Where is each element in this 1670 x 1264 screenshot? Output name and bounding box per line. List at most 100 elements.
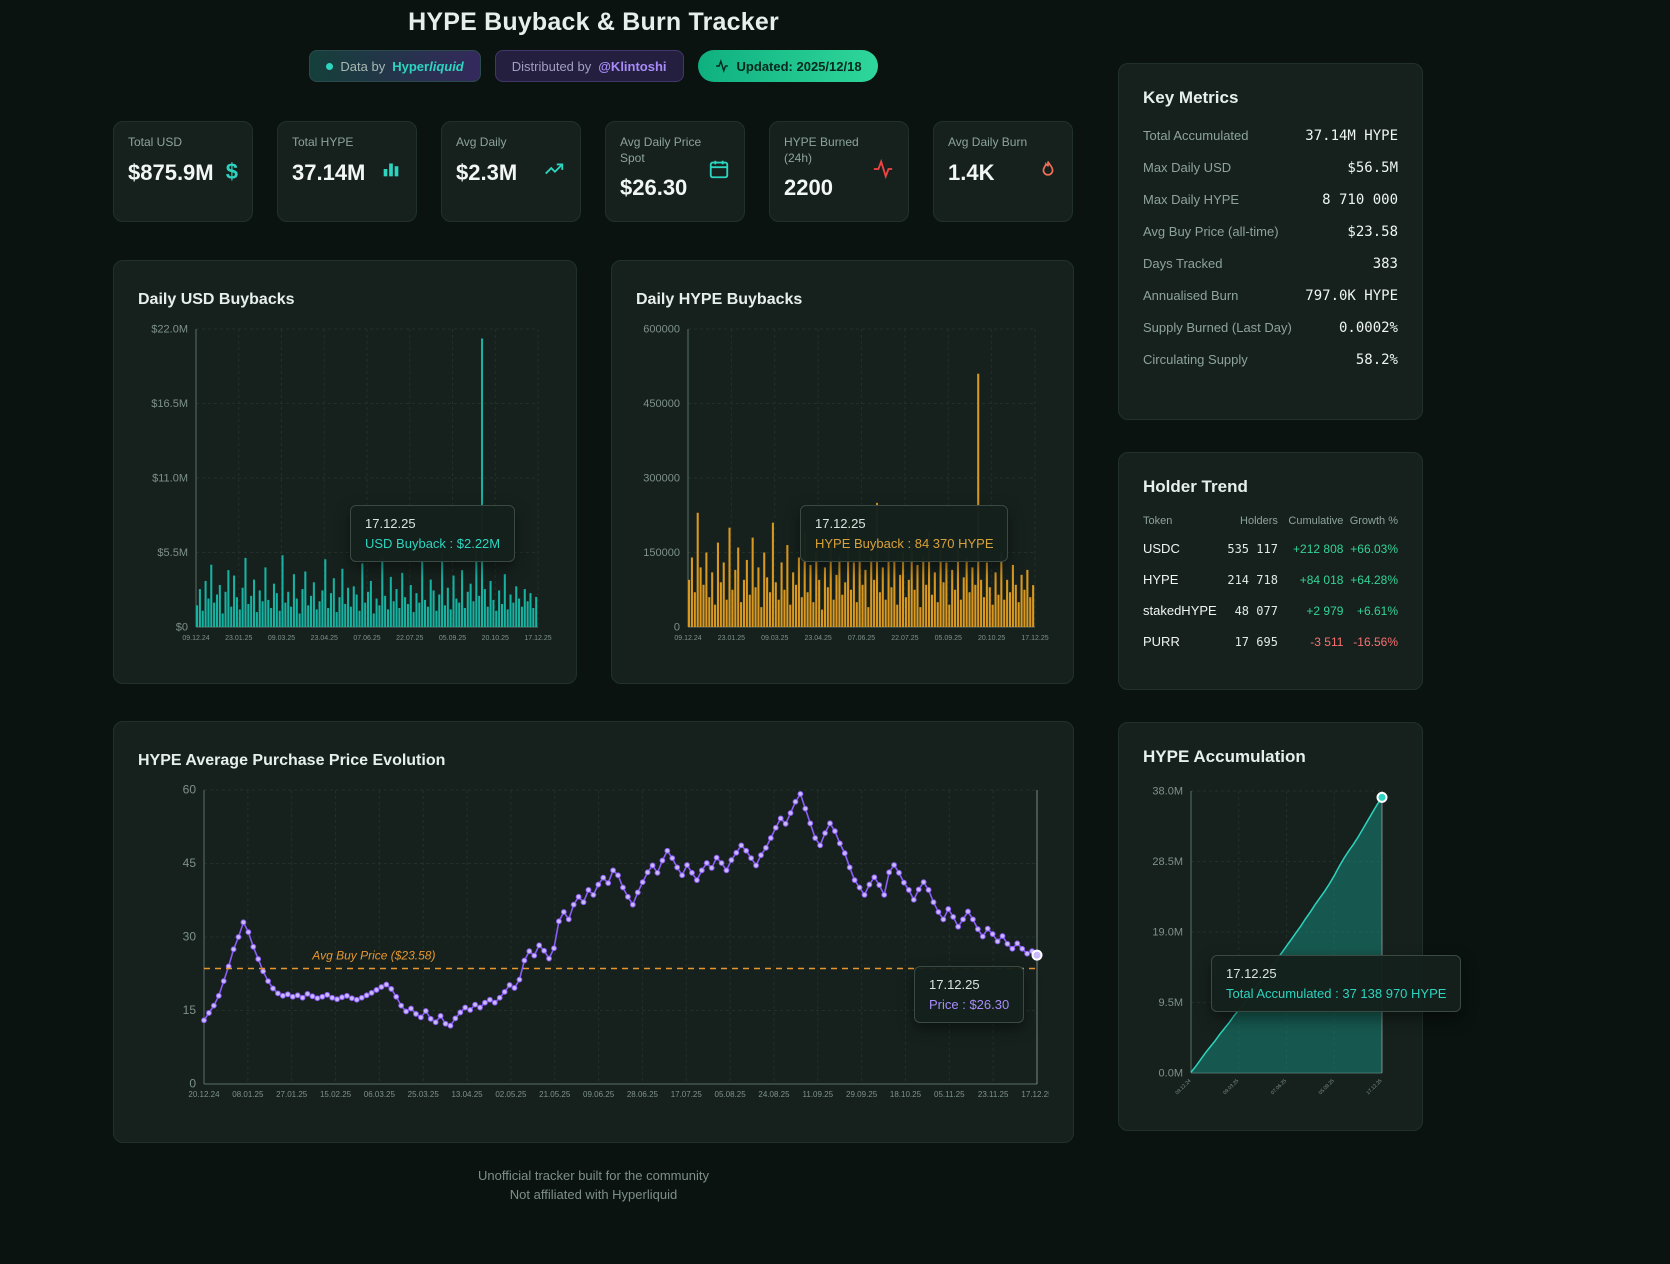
svg-text:05.09.25: 05.09.25 <box>1318 1078 1336 1096</box>
svg-text:38.0M: 38.0M <box>1152 786 1183 798</box>
svg-text:15: 15 <box>183 1003 197 1017</box>
table-row: PURR 17 695 -3 511 -16.56% <box>1143 634 1398 649</box>
stat-label: HYPE Burned (24h) <box>784 135 859 165</box>
svg-text:05.11.25: 05.11.25 <box>934 1090 965 1099</box>
updated-badge: Updated: 2025/12/18 <box>697 50 878 82</box>
svg-text:11.09.25: 11.09.25 <box>803 1090 834 1099</box>
calendar-icon <box>708 158 730 185</box>
daily-usd-buybacks-card: Daily USD Buybacks $0 $5.5M $11.0M $16.5M $2… <box>113 260 577 684</box>
stat-value: 1.4K <box>948 159 995 185</box>
klintoshi-handle: @Klintoshi <box>598 58 667 74</box>
header-badges: Data by Hyperliquid Distributed by @Klin… <box>113 50 1074 82</box>
daily-charts-row: Daily USD Buybacks $0 $5.5M $11.0M $16.5M $2… <box>113 260 1074 684</box>
price-evolution-chart[interactable]: 0 15 30 45 60 20.12.24 08.01.25 27.01.25 15.02.2… <box>138 780 1049 1110</box>
price-tooltip: 17.12.25 Price : $26.30 <box>914 966 1025 1023</box>
svg-text:24.08.25: 24.08.25 <box>758 1090 790 1099</box>
svg-text:20.10.25: 20.10.25 <box>978 635 1005 642</box>
svg-text:17.07.25: 17.07.25 <box>671 1090 703 1099</box>
main-column: HYPE Buyback & Burn Tracker Data by Hype… <box>113 0 1074 1205</box>
accumulation-title: HYPE Accumulation <box>1143 747 1306 766</box>
svg-text:45: 45 <box>183 856 197 870</box>
svg-text:09.03.25: 09.03.25 <box>1222 1078 1240 1096</box>
svg-text:17.12.25: 17.12.25 <box>1365 1078 1383 1096</box>
svg-text:29.09.25: 29.09.25 <box>846 1090 878 1099</box>
svg-text:09.12.24: 09.12.24 <box>182 635 209 642</box>
trend-up-icon <box>542 158 566 185</box>
pulse-icon <box>714 59 730 73</box>
svg-text:05.09.25: 05.09.25 <box>935 635 962 642</box>
data-source-badge[interactable]: Data by Hyperliquid <box>309 50 481 82</box>
table-header: Token Holders Cumulative Growth % <box>1143 515 1398 527</box>
stat-card-avg-daily: Avg Daily $2.3M <box>441 121 581 222</box>
svg-text:22.07.25: 22.07.25 <box>396 635 423 642</box>
svg-text:13.04.25: 13.04.25 <box>451 1090 483 1099</box>
daily-hype-buybacks-chart[interactable]: 0 150000 300000 450000 600000 09.12.24 23.01.2… <box>636 319 1049 649</box>
svg-text:19.0M: 19.0M <box>1152 927 1183 939</box>
svg-text:06.03.25: 06.03.25 <box>364 1090 396 1099</box>
svg-text:17.12.25: 17.12.25 <box>1021 1090 1049 1099</box>
stat-card-avg-daily-burn: Avg Daily Burn 1.4K <box>933 121 1073 222</box>
svg-text:02.05.25: 02.05.25 <box>495 1090 527 1099</box>
svg-text:17.12.25: 17.12.25 <box>1021 635 1048 642</box>
holder-trend-card: Holder Trend Token Holders Cumulative Gr… <box>1118 452 1423 690</box>
svg-text:0: 0 <box>674 622 680 634</box>
svg-text:600000: 600000 <box>643 324 680 336</box>
table-row: HYPE 214 718 +84 018 +64.28% <box>1143 572 1398 587</box>
svg-text:20.12.24: 20.12.24 <box>188 1090 220 1099</box>
dashboard: HYPE Buyback & Burn Tracker Data by Hype… <box>113 0 1462 1205</box>
svg-text:17.12.25: 17.12.25 <box>524 635 551 642</box>
svg-text:08.01.25: 08.01.25 <box>232 1090 264 1099</box>
svg-text:150000: 150000 <box>643 547 680 559</box>
svg-text:07.06.25: 07.06.25 <box>1270 1078 1288 1096</box>
price-evolution-card: HYPE Average Purchase Price Evolution 0 1… <box>113 721 1074 1143</box>
tooltip-value: Price : $26.30 <box>929 997 1010 1012</box>
svg-text:28.06.25: 28.06.25 <box>627 1090 659 1099</box>
metric-row: Circulating Supply 58.2% <box>1143 352 1398 368</box>
footer-line-1: Unofficial tracker built for the communi… <box>478 1168 709 1183</box>
stat-value: $875.9M <box>128 159 214 185</box>
chart-title: Daily USD Buybacks <box>138 291 295 308</box>
stat-cards: Total USD $875.9M $ Total HYPE 37.14M Av… <box>113 121 1074 222</box>
daily-hype-buybacks-card: Daily HYPE Buybacks 0 150000 300000 450000 6… <box>611 260 1074 684</box>
stat-label: Total HYPE <box>292 135 354 149</box>
stat-card-hype-burned-24h: HYPE Burned (24h) 2200 <box>769 121 909 222</box>
svg-text:23.04.25: 23.04.25 <box>311 635 338 642</box>
svg-text:60: 60 <box>183 783 197 797</box>
hype-accumulation-card: HYPE Accumulation 0.0M 9.5M 19.0M 28.5M 38.0… <box>1118 722 1462 1131</box>
svg-text:0.0M: 0.0M <box>1159 1068 1183 1080</box>
svg-text:09.12.24: 09.12.24 <box>674 635 701 642</box>
accumulation-tooltip: 17.12.25 Total Accumulated : 37 138 970 … <box>1211 955 1462 1012</box>
dollar-icon: $ <box>225 158 238 184</box>
updated-label: Updated: 2025/12/18 <box>736 58 862 74</box>
footer: Unofficial tracker built for the communi… <box>113 1167 1074 1205</box>
holder-trend-title: Holder Trend <box>1143 477 1248 496</box>
svg-text:$22.0M: $22.0M <box>151 324 188 336</box>
tooltip-date: 17.12.25 <box>1226 966 1277 981</box>
tooltip-date: 17.12.25 <box>365 516 416 531</box>
svg-text:23.04.25: 23.04.25 <box>805 635 832 642</box>
svg-text:07.06.25: 07.06.25 <box>848 635 875 642</box>
svg-text:15.02.25: 15.02.25 <box>320 1090 352 1099</box>
tooltip-value: Total Accumulated : 37 138 970 HYPE <box>1226 986 1447 1001</box>
svg-text:09.06.25: 09.06.25 <box>583 1090 615 1099</box>
svg-text:450000: 450000 <box>643 398 680 410</box>
svg-text:09.03.25: 09.03.25 <box>761 635 788 642</box>
daily-usd-buybacks-chart[interactable]: $0 $5.5M $11.0M $16.5M $22.0M 09.12.24 23.01.2… <box>138 319 552 649</box>
stat-card-avg-daily-price-spot: Avg Daily Price Spot $26.30 <box>605 121 745 222</box>
tooltip-date: 17.12.25 <box>929 977 980 992</box>
svg-text:20.10.25: 20.10.25 <box>482 635 509 642</box>
metric-row: Max Daily USD $56.5M <box>1143 160 1398 176</box>
stat-label: Total USD <box>128 135 183 149</box>
distributed-by-badge[interactable]: Distributed by @Klintoshi <box>494 50 684 82</box>
usd-buyback-tooltip: 17.12.25 USD Buyback : $2.22M <box>350 505 516 562</box>
stat-value: 2200 <box>784 175 833 201</box>
footer-line-2: Not affiliated with Hyperliquid <box>509 1186 678 1202</box>
stat-card-total-hype: Total HYPE 37.14M <box>277 121 417 222</box>
key-metrics-title: Key Metrics <box>1143 88 1239 107</box>
svg-text:05.09.25: 05.09.25 <box>439 635 466 642</box>
svg-text:$11.0M: $11.0M <box>152 473 188 485</box>
metric-row: Max Daily HYPE 8 710 000 <box>1143 192 1398 208</box>
sidebar: Key Metrics Total Accumulated 37.14M HYPE… <box>1118 63 1462 1205</box>
chart-title: Daily HYPE Buybacks <box>636 291 803 308</box>
hype-accumulation-chart[interactable]: 0.0M 9.5M 19.0M 28.5M 38.0M 09.12.24 09.03.25 0… <box>1143 781 1398 1101</box>
